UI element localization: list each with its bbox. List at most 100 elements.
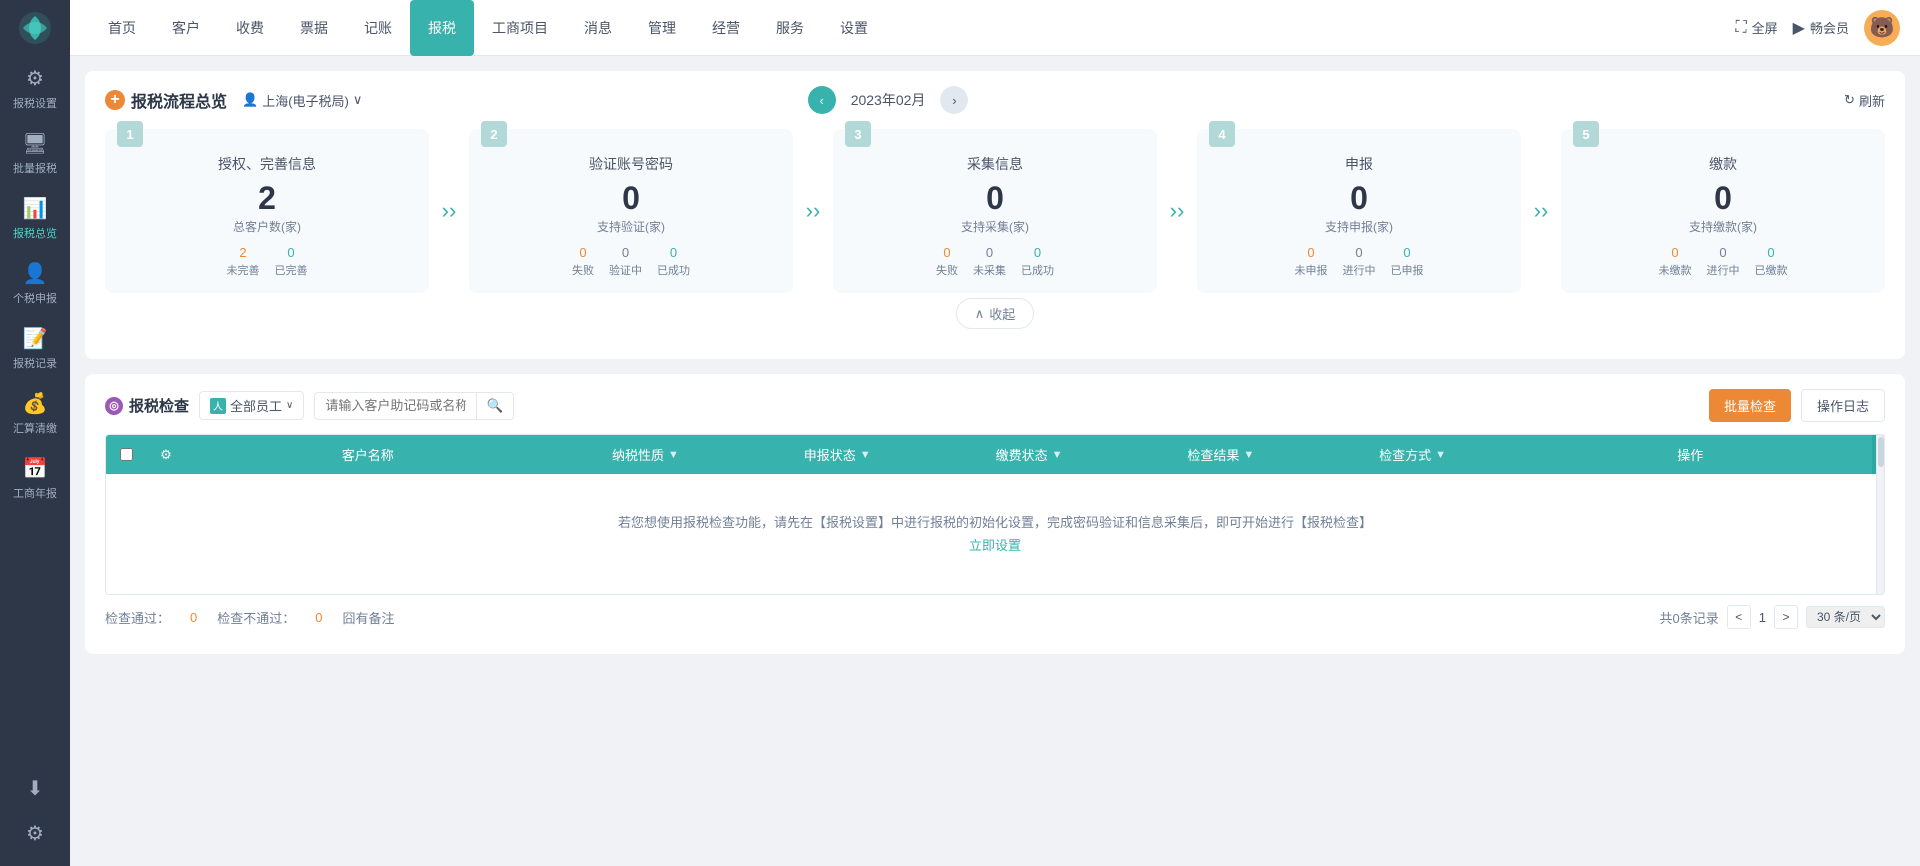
- search-button[interactable]: 🔍: [476, 393, 514, 419]
- fail-value[interactable]: 0: [315, 610, 322, 625]
- step-4-stat-2-num[interactable]: 0: [1403, 245, 1410, 260]
- step-4-stat-1-num: 0: [1355, 245, 1362, 260]
- step-2-stat-2-num[interactable]: 0: [670, 245, 677, 260]
- step-4-unit: 支持申报(家): [1325, 218, 1393, 235]
- sidebar-item-personal-report[interactable]: 👤 个税申报: [0, 251, 70, 316]
- step-1-stat-0-num[interactable]: 2: [239, 245, 246, 260]
- th-settings[interactable]: ⚙: [146, 435, 186, 474]
- location-badge[interactable]: 👤 上海(电子税局) ∨: [242, 91, 362, 110]
- th-report-status[interactable]: 申报状态 ▼: [741, 435, 933, 474]
- setup-link[interactable]: 立即设置: [969, 538, 1021, 553]
- topnav-item-accounting[interactable]: 记账: [346, 0, 410, 56]
- table-footer: 检查通过： 0 检查不通过： 0 囧有备注 共0条记录 < 1 > 30 条/页: [105, 595, 1885, 639]
- step-3-stat-2-num[interactable]: 0: [1034, 245, 1041, 260]
- step-5-stat-0-label: 未缴款: [1659, 262, 1692, 278]
- location-icon: 👤: [242, 92, 258, 108]
- topnav-item-management[interactable]: 管理: [630, 0, 694, 56]
- step-2-stat-0-label: 失败: [572, 262, 594, 278]
- topnav-item-invoices[interactable]: 票据: [282, 0, 346, 56]
- search-input[interactable]: [315, 393, 475, 418]
- step-3-stat-1-label: 未采集: [973, 262, 1006, 278]
- pass-label: 检查通过：: [105, 608, 170, 627]
- batch-check-button[interactable]: 批量检查: [1709, 389, 1791, 422]
- collapse-row: ∧ 收起: [105, 298, 1885, 329]
- topnav-item-clients[interactable]: 客户: [154, 0, 218, 56]
- tax-settings-icon: ⚙: [26, 66, 44, 91]
- check-method-filter-icon: ▼: [1435, 449, 1446, 461]
- sidebar-item-tax-settings[interactable]: ⚙ 报税设置: [0, 56, 70, 121]
- step-5-stat-2-label: 已缴款: [1755, 262, 1788, 278]
- sidebar-item-tax-record[interactable]: 📝 报税记录: [0, 316, 70, 381]
- sidebar-item-annual-report[interactable]: 📅 工商年报: [0, 446, 70, 511]
- empty-message: 若您想使用报税检查功能，请先在【报税设置】中进行报税的初始化设置，完成密码验证和…: [618, 511, 1372, 558]
- topnav-item-service[interactable]: 服务: [758, 0, 822, 56]
- step-5-count: 0: [1714, 182, 1732, 214]
- step-3-stat-0-num[interactable]: 0: [943, 245, 950, 260]
- app-logo: [0, 0, 70, 56]
- plus-icon: +: [105, 90, 125, 110]
- process-header: + 报税流程总览 👤 上海(电子税局) ∨ ‹ 2023年02月 › ↻ 刷新: [105, 86, 1885, 114]
- pass-value[interactable]: 0: [190, 610, 197, 625]
- select-all-checkbox[interactable]: [120, 448, 133, 461]
- step-4-stat-1-label: 进行中: [1343, 262, 1376, 278]
- sidebar-item-download[interactable]: ⬇: [0, 766, 70, 811]
- th-pay-status[interactable]: 缴费状态 ▼: [933, 435, 1125, 474]
- table-scrollbar[interactable]: [1876, 435, 1884, 594]
- step-arrow-3: ››: [1157, 129, 1197, 293]
- collapse-button[interactable]: ∧ 收起: [956, 298, 1035, 329]
- step-3-stat-2-label: 已成功: [1021, 262, 1054, 278]
- step-4-stat-0-num[interactable]: 0: [1307, 245, 1314, 260]
- topnav-item-tax[interactable]: 报税: [410, 0, 474, 56]
- step-3: 3 采集信息 0 支持采集(家) 0 失败 0 未采集: [833, 129, 1157, 293]
- step-2-stat-2-label: 已成功: [657, 262, 690, 278]
- prev-month-btn[interactable]: ‹: [808, 86, 836, 114]
- step-3-stat-0: 0 失败: [936, 245, 958, 278]
- avatar[interactable]: 🐻: [1864, 10, 1900, 46]
- sidebar-item-bottom-settings[interactable]: ⚙: [0, 811, 70, 856]
- step-5-stat-1-label: 进行中: [1707, 262, 1740, 278]
- step-5-stat-2: 0 已缴款: [1755, 245, 1788, 278]
- sidebar-item-tax-overview[interactable]: 📊 报税总览: [0, 186, 70, 251]
- first-page-btn[interactable]: <: [1727, 605, 1751, 629]
- step-2-stat-0-num[interactable]: 0: [579, 245, 586, 260]
- next-month-btn[interactable]: ›: [940, 86, 968, 114]
- staff-icon: 人: [210, 398, 226, 414]
- step-4-stat-2: 0 已申报: [1391, 245, 1424, 278]
- next-page-btn[interactable]: >: [1774, 605, 1798, 629]
- topnav-item-settings[interactable]: 设置: [822, 0, 886, 56]
- topnav-item-messages[interactable]: 消息: [566, 0, 630, 56]
- step-1-stat-0-label: 未完善: [227, 262, 260, 278]
- pay-status-filter-icon: ▼: [1052, 449, 1063, 461]
- refresh-icon: ↻: [1844, 92, 1855, 108]
- step-1-stat-1-num[interactable]: 0: [287, 245, 294, 260]
- step-1: 1 授权、完善信息 2 总客户数(家) 2 未完善 0 已完善: [105, 129, 429, 293]
- sidebar-item-clearing[interactable]: 💰 汇算清缴: [0, 381, 70, 446]
- th-check-method[interactable]: 检查方式 ▼: [1317, 435, 1509, 474]
- th-checkbox[interactable]: [106, 435, 146, 474]
- operation-log-button[interactable]: 操作日志: [1801, 389, 1885, 422]
- step-2-stat-0: 0 失败: [572, 245, 594, 278]
- annual-report-icon: 📅: [23, 456, 48, 481]
- topnav-item-fees[interactable]: 收费: [218, 0, 282, 56]
- step-5-stat-2-num[interactable]: 0: [1767, 245, 1774, 260]
- page-size-select[interactable]: 30 条/页: [1806, 606, 1885, 628]
- topnav: 首页 客户 收费 票据 记账 报税 工商项目 消息: [70, 0, 1920, 56]
- th-tax-nature[interactable]: 纳税性质 ▼: [550, 435, 742, 474]
- step-2-stat-1-num: 0: [622, 245, 629, 260]
- topnav-item-home[interactable]: 首页: [90, 0, 154, 56]
- staff-select[interactable]: 人 全部员工 ∨: [199, 391, 304, 420]
- step-2: 2 验证账号密码 0 支持验证(家) 0 失败 0 验证中: [469, 129, 793, 293]
- fullscreen-btn[interactable]: ⛶ 全屏: [1735, 18, 1777, 37]
- topnav-item-operations[interactable]: 经营: [694, 0, 758, 56]
- step-3-stat-0-label: 失败: [936, 262, 958, 278]
- step-2-stat-1-label: 验证中: [609, 262, 642, 278]
- th-check-result[interactable]: 检查结果 ▼: [1125, 435, 1317, 474]
- content: + 报税流程总览 👤 上海(电子税局) ∨ ‹ 2023年02月 › ↻ 刷新: [70, 56, 1920, 866]
- topnav-item-bizproject[interactable]: 工商项目: [474, 0, 566, 56]
- refresh-btn[interactable]: ↻ 刷新: [1844, 91, 1885, 110]
- step-4-stat-1: 0 进行中: [1343, 245, 1376, 278]
- member-btn[interactable]: ▶ 畅会员: [1793, 18, 1849, 38]
- step-2-unit: 支持验证(家): [597, 218, 665, 235]
- step-5-stat-0-num[interactable]: 0: [1671, 245, 1678, 260]
- sidebar-item-batch-tax[interactable]: 🖥 批量报税: [0, 121, 70, 186]
